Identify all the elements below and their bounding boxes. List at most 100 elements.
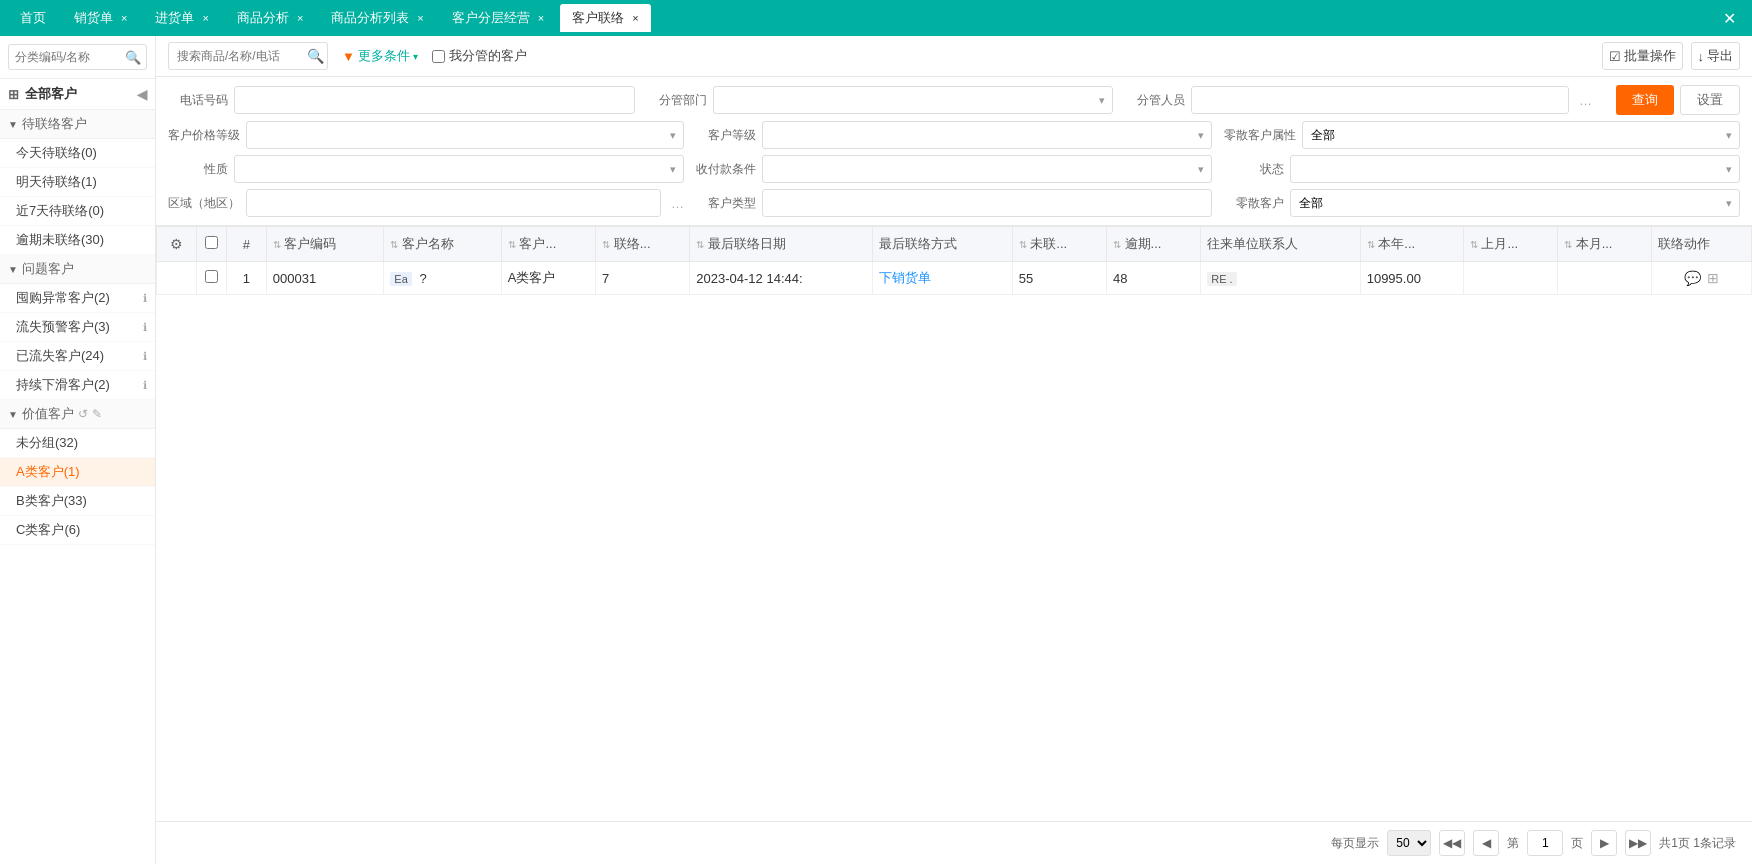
col-header-overdue[interactable]: ⇅ 逾期... xyxy=(1106,227,1200,262)
nav-tab-customer-tier[interactable]: 客户分层经营 × xyxy=(440,4,556,32)
table-settings-icon[interactable]: ⚙ xyxy=(170,236,183,252)
filter-retail-customer-label: 零散客户 xyxy=(1224,195,1284,212)
settings-button[interactable]: 设置 xyxy=(1680,85,1740,115)
nav-tab-sales-close[interactable]: × xyxy=(121,12,127,24)
chat-icon[interactable]: 💬 xyxy=(1684,270,1701,286)
filter-price-level: 客户价格等级 xyxy=(168,121,684,149)
col-header-contact2[interactable]: 往来单位联系人 xyxy=(1201,227,1360,262)
sidebar-all-customers[interactable]: ⊞ 全部客户 ◀ xyxy=(0,79,155,110)
query-button[interactable]: 查询 xyxy=(1616,85,1674,115)
col-header-last-month[interactable]: ⇅ 上月... xyxy=(1463,227,1557,262)
cell-last-method[interactable]: 下销货单 xyxy=(873,262,1013,295)
nav-tab-customer-tier-close[interactable]: × xyxy=(538,12,544,24)
cell-name: Ea ? xyxy=(384,262,501,295)
col-header-last-date[interactable]: ⇅ 最后联络日期 xyxy=(690,227,873,262)
nav-tab-sales[interactable]: 销货单 × xyxy=(62,4,139,32)
cell-checkbox[interactable] xyxy=(196,262,226,295)
col-header-this-month[interactable]: ⇅ 本月... xyxy=(1558,227,1652,262)
per-page-select[interactable]: 50 xyxy=(1387,830,1431,856)
nav-tab-purchase[interactable]: 进货单 × xyxy=(143,4,220,32)
row-checkbox[interactable] xyxy=(205,270,218,283)
filter-payment-label: 收付款条件 xyxy=(696,161,756,178)
nav-tab-home-label: 首页 xyxy=(20,9,46,27)
sidebar-item-7days[interactable]: 近7天待联络(0) xyxy=(0,197,155,226)
nav-tab-customer-contact[interactable]: 客户联络 × xyxy=(560,4,650,32)
sidebar-item-class-b[interactable]: B类客户(33) xyxy=(0,487,155,516)
filter-payment-select[interactable] xyxy=(762,155,1212,183)
name-prefix-badge: Ea xyxy=(390,272,411,286)
sidebar-section-pending[interactable]: ▼ 待联络客户 xyxy=(0,110,155,139)
filter-retail-customer-select[interactable]: 全部 xyxy=(1290,189,1740,217)
nav-tab-analysis-list[interactable]: 商品分析列表 × xyxy=(319,4,435,32)
last-method-link[interactable]: 下销货单 xyxy=(879,270,931,285)
nav-tab-analysis[interactable]: 商品分析 × xyxy=(225,4,315,32)
sidebar-collapse-icon[interactable]: ◀ xyxy=(137,87,147,102)
filter-retail-attr-select[interactable]: 全部 xyxy=(1302,121,1740,149)
region-more-icon[interactable]: … xyxy=(671,196,684,211)
filter-search-input[interactable] xyxy=(168,42,328,70)
page-number-input[interactable] xyxy=(1527,830,1563,856)
filter-person-input[interactable] xyxy=(1191,86,1569,114)
col-header-checkbox[interactable] xyxy=(196,227,226,262)
sidebar-section-problem[interactable]: ▼ 问题客户 xyxy=(0,255,155,284)
nav-tab-customer-contact-close[interactable]: × xyxy=(632,12,638,24)
edit-icon[interactable]: ✎ xyxy=(92,407,102,421)
select-all-checkbox[interactable] xyxy=(205,236,218,249)
batch-op-button[interactable]: ☑ 批量操作 xyxy=(1602,42,1683,70)
col-header-this-year[interactable]: ⇅ 本年... xyxy=(1360,227,1463,262)
chevron-down-icon: ▾ xyxy=(413,51,418,62)
filter-row-1: 电话号码 分管部门 分管人员 … 查询 xyxy=(168,85,1740,115)
nav-tab-analysis-list-close[interactable]: × xyxy=(417,12,423,24)
table-area: ⚙ # ⇅ 客户编码 ⇅ 客户名称 xyxy=(156,226,1752,821)
col-header-name[interactable]: ⇅ 客户名称 xyxy=(384,227,501,262)
advanced-filters: 电话号码 分管部门 分管人员 … 查询 xyxy=(156,77,1752,226)
export-button[interactable]: ↓ 导出 xyxy=(1691,42,1741,70)
filter-nature-label: 性质 xyxy=(168,161,228,178)
filter-nature-select[interactable] xyxy=(234,155,684,183)
filter-dept-select[interactable] xyxy=(713,86,1114,114)
nav-tab-analysis-list-label: 商品分析列表 xyxy=(331,9,409,27)
main-area: 🔍 ⊞ 全部客户 ◀ ▼ 待联络客户 今天待联络(0) 明天待联络(1) 近7天… xyxy=(0,36,1752,864)
col-header-type[interactable]: ⇅ 客户... xyxy=(501,227,595,262)
nav-tab-purchase-close[interactable]: × xyxy=(202,12,208,24)
col-header-code[interactable]: ⇅ 客户编码 xyxy=(266,227,383,262)
col-header-contact[interactable]: ⇅ 联络... xyxy=(596,227,690,262)
my-customers-checkbox[interactable] xyxy=(432,50,445,63)
filter-phone-input[interactable] xyxy=(234,86,635,114)
sidebar-item-declining[interactable]: 持续下滑客户(2) ℹ xyxy=(0,371,155,400)
sidebar-item-hoarding[interactable]: 囤购异常客户(2) ℹ xyxy=(0,284,155,313)
filter-status-select[interactable] xyxy=(1290,155,1740,183)
page-label: 第 xyxy=(1507,835,1519,852)
person-more-icon[interactable]: … xyxy=(1579,93,1592,108)
filter-more-button[interactable]: ▼ 更多条件 ▾ xyxy=(336,43,424,69)
sidebar-item-churn-warning[interactable]: 流失预警客户(3) ℹ xyxy=(0,313,155,342)
filter-customer-type-input[interactable] xyxy=(762,189,1212,217)
first-page-button[interactable]: ◀◀ xyxy=(1439,830,1465,856)
batch-op-label: 批量操作 xyxy=(1624,47,1676,65)
sidebar-section-value[interactable]: ▼ 价值客户 ↺ ✎ xyxy=(0,400,155,429)
prev-page-button[interactable]: ◀ xyxy=(1473,830,1499,856)
col-header-last-method[interactable]: 最后联络方式 xyxy=(873,227,1013,262)
filter-region-input[interactable] xyxy=(246,189,661,217)
filter-customer-level-select[interactable] xyxy=(762,121,1212,149)
sidebar-item-class-c[interactable]: C类客户(6) xyxy=(0,516,155,545)
filter-customer-type: 客户类型 xyxy=(696,189,1212,217)
col-header-uncontacted[interactable]: ⇅ 未联... xyxy=(1012,227,1106,262)
filter-price-level-select[interactable] xyxy=(246,121,684,149)
next-page-button[interactable]: ▶ xyxy=(1591,830,1617,856)
grid-action-icon[interactable]: ⊞ xyxy=(1707,270,1719,286)
col-header-gear[interactable]: ⚙ xyxy=(157,227,197,262)
last-page-button[interactable]: ▶▶ xyxy=(1625,830,1651,856)
refresh-icon[interactable]: ↺ xyxy=(78,407,88,421)
window-close-button[interactable]: ✕ xyxy=(1715,9,1744,28)
filter-search-button[interactable]: 🔍 xyxy=(307,48,324,64)
sidebar-item-overdue[interactable]: 逾期未联络(30) xyxy=(0,226,155,255)
nav-tab-analysis-close[interactable]: × xyxy=(297,12,303,24)
sidebar-item-today[interactable]: 今天待联络(0) xyxy=(0,139,155,168)
sidebar-item-class-a[interactable]: A类客户(1) xyxy=(0,458,155,487)
nav-tab-home[interactable]: 首页 xyxy=(8,4,58,32)
sidebar-item-churned[interactable]: 已流失客户(24) ℹ xyxy=(0,342,155,371)
sidebar-item-unclassified[interactable]: 未分组(32) xyxy=(0,429,155,458)
sidebar-item-tomorrow[interactable]: 明天待联络(1) xyxy=(0,168,155,197)
my-customers-filter[interactable]: 我分管的客户 xyxy=(432,47,527,65)
